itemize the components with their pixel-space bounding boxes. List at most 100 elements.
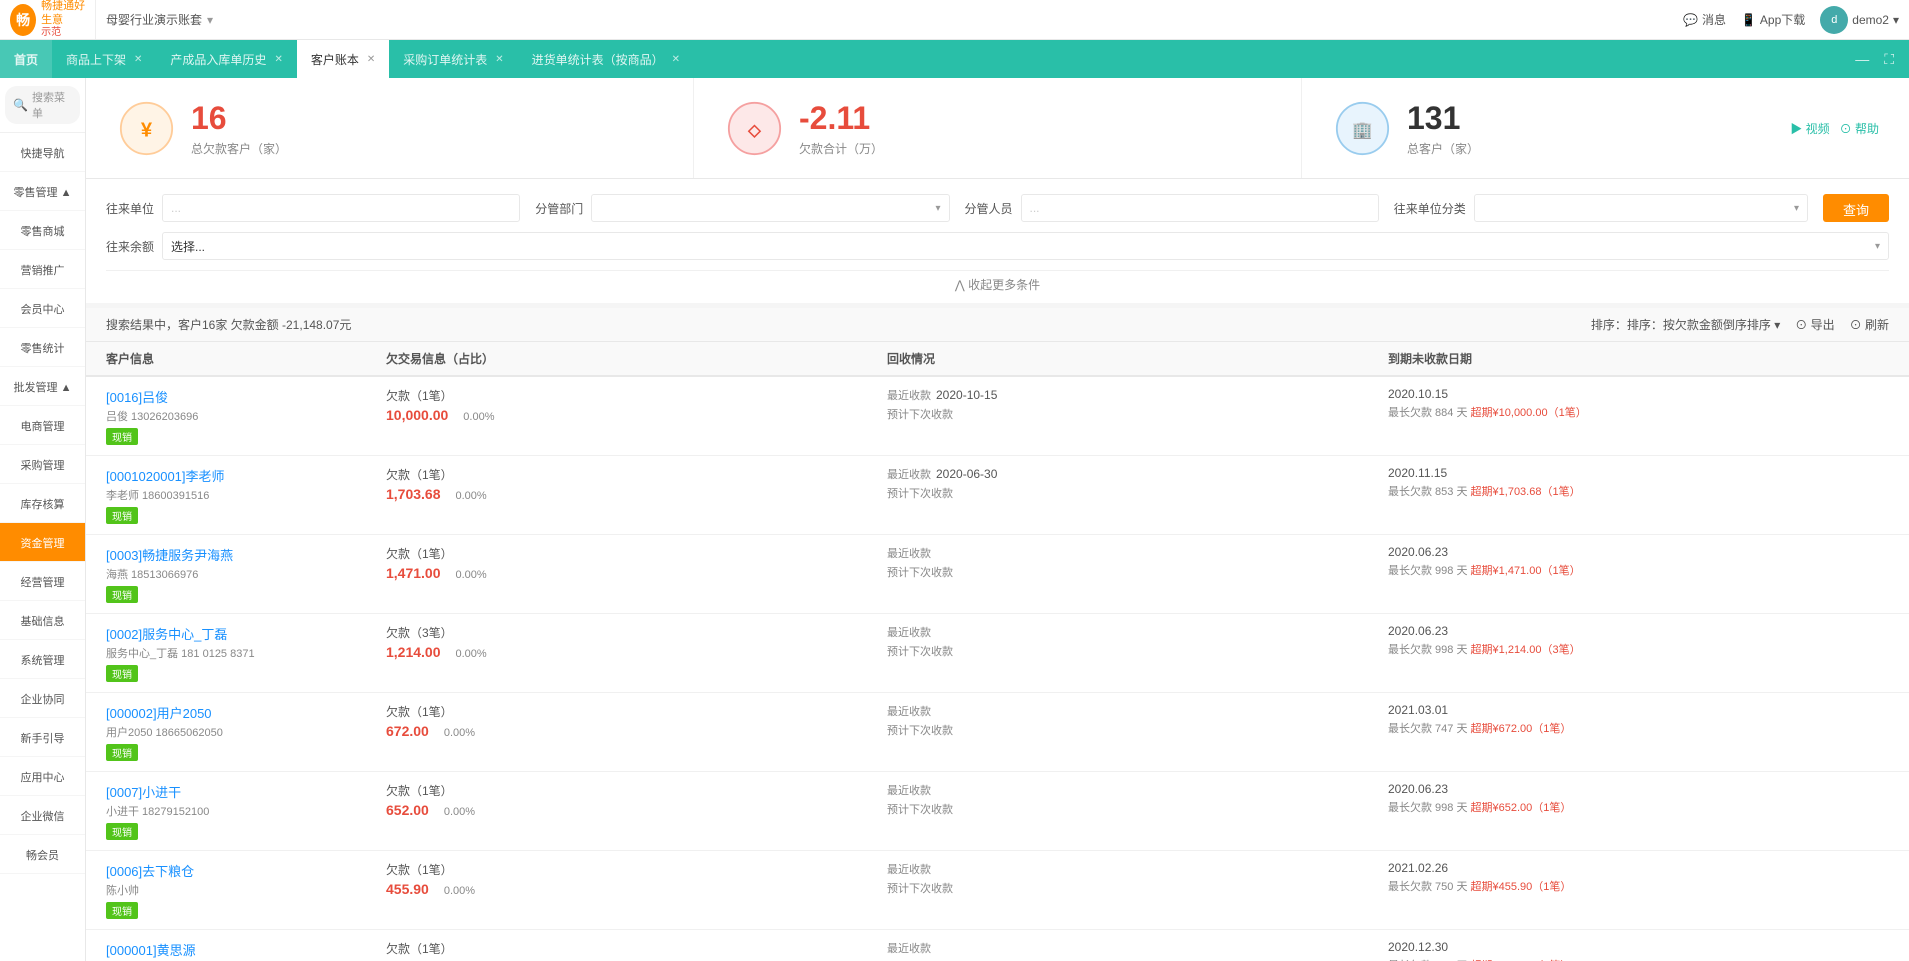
table-row: [0006]去下粮仓 陈小帅 现销 欠款（1笔） 455.90 0.00% 最近… [86, 851, 1909, 930]
tab-home[interactable]: 首页 [0, 40, 52, 78]
refresh-btn[interactable]: ⊙ 刷新 [1850, 316, 1889, 333]
dept-select[interactable]: ▾ [591, 194, 949, 222]
customer-name-6[interactable]: [0007]小进干 [106, 782, 386, 801]
cell-expire-6: 2020.06.23 最长欠款 998 天 超期¥652.00（1笔） [1388, 782, 1889, 840]
customer-name-8[interactable]: [000001]黄思源 [106, 940, 386, 959]
tab-close-product-off[interactable]: ✕ [134, 54, 142, 65]
customer-name-1[interactable]: [0016]吕俊 [106, 387, 386, 406]
sidebar-item-inventory[interactable]: 库存核算 [0, 484, 85, 523]
overdue-link-7[interactable]: 超期¥455.90（1笔） [1471, 881, 1572, 893]
sidebar-search[interactable]: 🔍 搜索菜单 [0, 78, 85, 133]
store-selector[interactable]: 母婴行业演示账套 ▾ [95, 0, 223, 39]
unit-category-select[interactable]: ▾ [1474, 194, 1808, 222]
customer-name-4[interactable]: [0002]服务中心_丁磊 [106, 624, 386, 643]
video-btn[interactable]: ▶ 视频 [1790, 120, 1829, 137]
result-summary: 搜索结果中，客户16家 欠款金额 -21,148.07元 [106, 316, 351, 333]
sidebar-item-new-guide[interactable]: 新手引导 [0, 718, 85, 757]
overdue-link-5[interactable]: 超期¥672.00（1笔） [1471, 723, 1572, 735]
stat-label-debt-total: 欠款合计（万） [799, 140, 883, 157]
filter-unit-category: 往来单位分类 ▾ [1394, 194, 1808, 222]
search-box[interactable]: 🔍 搜索菜单 [5, 86, 80, 124]
tab-close-purchase-order[interactable]: ✕ [495, 54, 503, 65]
cell-return-5: 最近收款 预计下次收款 [887, 703, 1388, 761]
cell-expire-8: 2020.12.30 最长欠款 808 天 超期¥429.00（1笔） [1388, 940, 1889, 961]
sidebar-item-batch-mgmt[interactable]: 批发管理 ▲ [0, 367, 85, 406]
export-btn[interactable]: ⊙ 导出 [1795, 316, 1834, 333]
cell-return-2: 最近收款2020-06-30 预计下次收款 [887, 466, 1388, 524]
customer-account-label: 客户账本 [311, 51, 359, 68]
main-layout: 🔍 搜索菜单 快捷导航 零售管理 ▲ 零售商城 营销推广 会员中心 零售统计 [0, 78, 1909, 961]
overdue-link-3[interactable]: 超期¥1,471.00（1笔） [1471, 565, 1581, 577]
sidebar-item-marketing[interactable]: 营销推广 [0, 250, 85, 289]
sidebar-item-member-center[interactable]: 会员中心 [0, 289, 85, 328]
filter-label-dept: 分管部门 [535, 200, 583, 217]
tab-incoming-stat[interactable]: 进货单统计表（按商品） ✕ [518, 40, 694, 78]
sidebar-item-quick-nav[interactable]: 快捷导航 [0, 133, 85, 172]
customer-tag-7: 现销 [106, 902, 138, 919]
overdue-link-1[interactable]: 超期¥10,000.00（1笔） [1471, 407, 1587, 419]
filter-label-person: 分管人员 [965, 200, 1013, 217]
customer-name-2[interactable]: [0001020001]李老师 [106, 466, 386, 485]
tab-close-incoming-stat[interactable]: ✕ [672, 54, 680, 65]
cell-debt-7: 欠款（1笔） 455.90 0.00% [386, 861, 887, 919]
sidebar-item-sys-mgmt[interactable]: 系统管理 [0, 640, 85, 679]
cell-debt-8: 欠款（1笔） 429.00 0.00% [386, 940, 887, 961]
customer-tag-1: 现销 [106, 428, 138, 445]
cell-return-3: 最近收款 预计下次收款 [887, 545, 1388, 603]
sidebar-item-purchase[interactable]: 采购管理 [0, 445, 85, 484]
sidebar-item-vip-member[interactable]: 畅会员 [0, 835, 85, 874]
tab-product-off[interactable]: 商品上下架 ✕ [52, 40, 156, 78]
sidebar-item-ops-mgmt[interactable]: 经营管理 [0, 562, 85, 601]
tab-customer-account[interactable]: 客户账本 ✕ [297, 40, 389, 78]
sort-selector[interactable]: 排序：排序：按欠款金额倒序排序 ▾ [1591, 316, 1780, 333]
sidebar-item-basic-info[interactable]: 基础信息 [0, 601, 85, 640]
stat-icon-debt-total: ◇ [724, 98, 784, 158]
overdue-link-4[interactable]: 超期¥1,214.00（3笔） [1471, 644, 1581, 656]
customer-name-5[interactable]: [000002]用户2050 [106, 703, 386, 722]
app-download-btn[interactable]: 📱 App下载 [1741, 11, 1805, 28]
tab-close-customer-account[interactable]: ✕ [367, 54, 375, 65]
stat-icon-total-customers: 🏢 [1332, 98, 1392, 158]
customer-tag-3: 现销 [106, 586, 138, 603]
cell-customer-6: [0007]小进干 小进干 18279152100 现销 [106, 782, 386, 840]
cell-debt-1: 欠款（1笔） 10,000.00 0.00% [386, 387, 887, 445]
tab-produce-history[interactable]: 产成品入库单历史 ✕ [156, 40, 296, 78]
nav-maximize-btn[interactable]: ⛶ [1879, 51, 1899, 68]
table-row: [000001]黄思源 黄思源 13552700226 现销 欠款（1笔） 42… [86, 930, 1909, 961]
sidebar-item-enterprise-coop[interactable]: 企业协同 [0, 679, 85, 718]
tab-purchase-order[interactable]: 采购订单统计表 ✕ [389, 40, 517, 78]
balance-select[interactable]: 选择... ▾ [162, 232, 1889, 260]
person-input[interactable]: ... [1021, 194, 1379, 222]
sidebar-item-retail-stat[interactable]: 零售统计 [0, 328, 85, 367]
collapse-icon: ⋀ [955, 278, 968, 292]
debt-ratio-7: 0.00% [444, 885, 475, 897]
overdue-link-6[interactable]: 超期¥652.00（1笔） [1471, 802, 1572, 814]
col-header-expire: 到期未收款日期 [1388, 350, 1889, 367]
collapse-btn[interactable]: ⋀ 收起更多条件 [955, 278, 1040, 292]
sidebar-item-retail-mgmt[interactable]: 零售管理 ▲ [0, 172, 85, 211]
user-menu[interactable]: d demo2 ▾ [1820, 6, 1899, 34]
customer-name-7[interactable]: [0006]去下粮仓 [106, 861, 386, 880]
debt-count-6: 欠款（1笔） [386, 782, 887, 799]
overdue-link-2[interactable]: 超期¥1,703.68（1笔） [1471, 486, 1581, 498]
nav-minimize-btn[interactable]: — [1850, 51, 1874, 67]
sidebar-item-finance[interactable]: 资金管理 [0, 523, 85, 562]
message-btn[interactable]: 💬 消息 [1683, 11, 1726, 28]
help-btn[interactable]: ⊙ 帮助 [1840, 120, 1879, 137]
col-header-return: 回收情况 [887, 350, 1388, 367]
customer-tag-5: 现销 [106, 744, 138, 761]
refresh-icon: ⊙ [1850, 318, 1865, 332]
incoming-stat-label: 进货单统计表（按商品） [532, 51, 664, 68]
tab-close-produce-history[interactable]: ✕ [274, 54, 282, 65]
from-unit-input[interactable]: ... [162, 194, 520, 222]
top-bar: 畅 畅捷通好生意 示范 母婴行业演示账套 ▾ 💬 消息 📱 App下载 d de… [0, 0, 1909, 40]
stat-info-debt-total: -2.11 欠款合计（万） [799, 100, 883, 157]
sidebar-item-ecommerce[interactable]: 电商管理 [0, 406, 85, 445]
stat-label-total-customers: 总客户（家） [1407, 140, 1479, 157]
sidebar-item-retail-mall[interactable]: 零售商城 [0, 211, 85, 250]
customer-name-3[interactable]: [0003]畅捷服务尹海燕 [106, 545, 386, 564]
search-button[interactable]: 查询 [1823, 194, 1889, 222]
sidebar-item-enterprise-wechat[interactable]: 企业微信 [0, 796, 85, 835]
debt-count-5: 欠款（1笔） [386, 703, 887, 720]
sidebar-item-app-center[interactable]: 应用中心 [0, 757, 85, 796]
